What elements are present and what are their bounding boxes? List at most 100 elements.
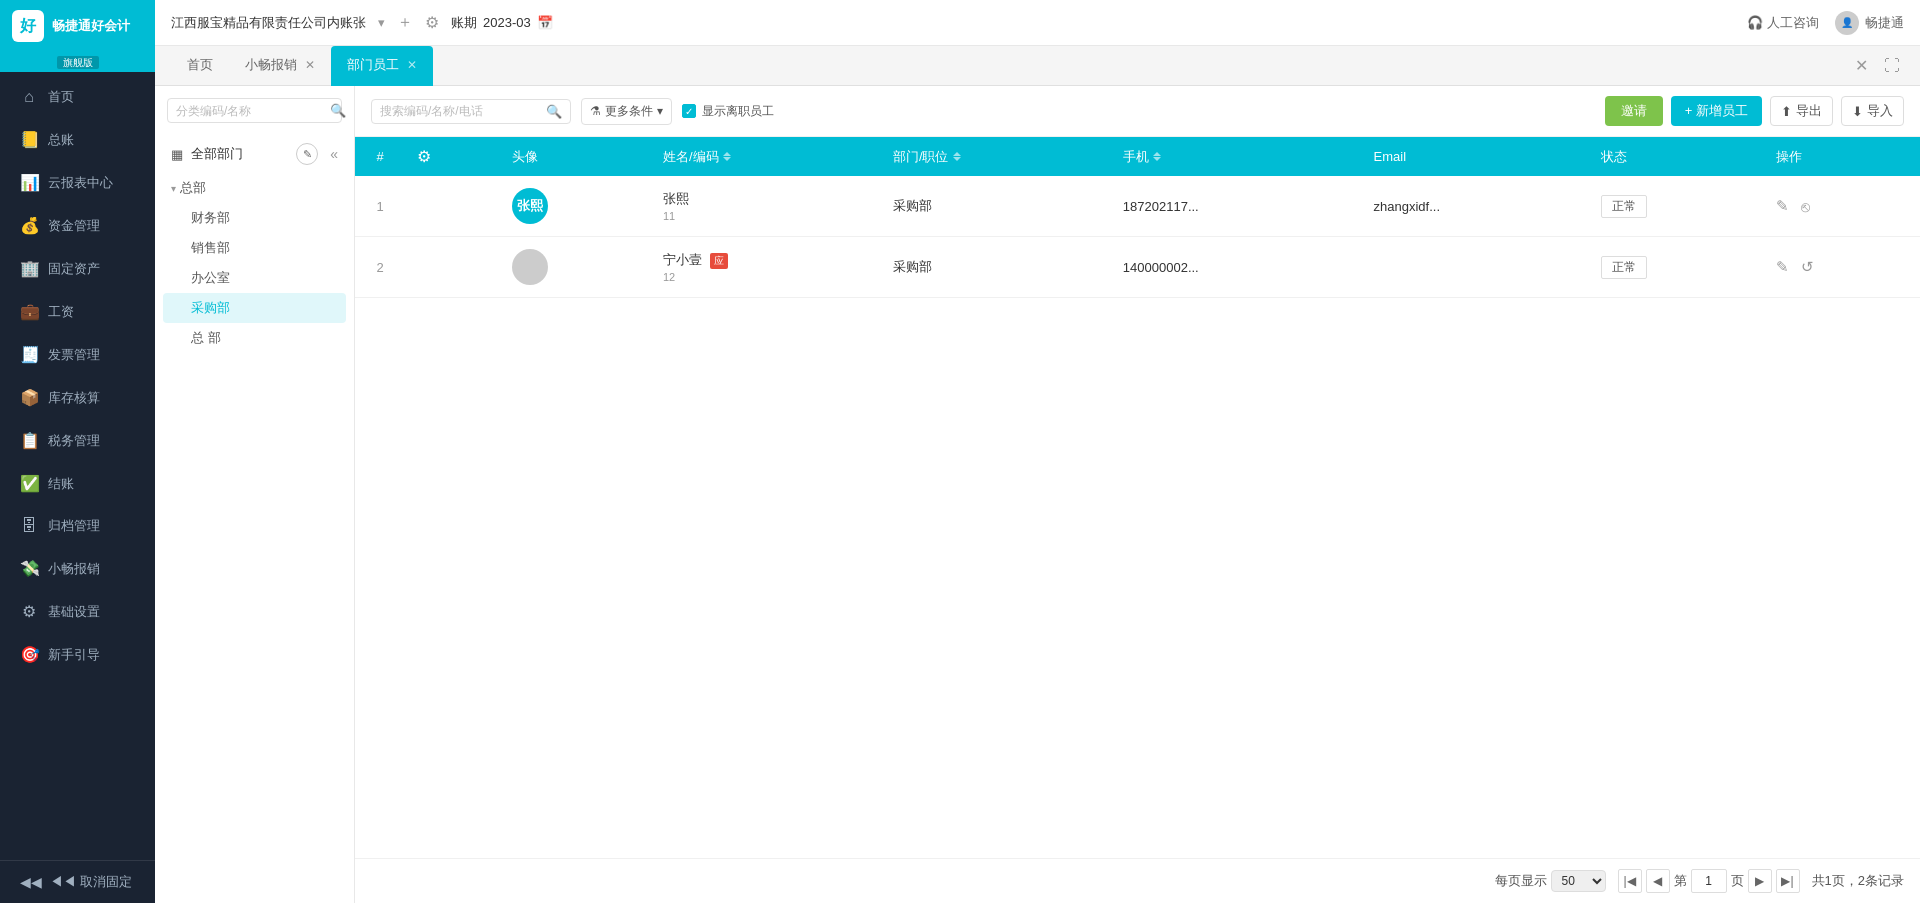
show-inactive-toggle[interactable]: ✓ 显示离职员工: [682, 103, 774, 120]
archive-icon: 🗄: [20, 517, 38, 535]
filter-button[interactable]: ⚗ 更多条件 ▾: [581, 98, 672, 125]
employee-search-box[interactable]: 🔍: [371, 99, 571, 124]
sidebar-item-invoices[interactable]: 🧾 发票管理: [0, 333, 155, 376]
tab-expense-close-icon[interactable]: ✕: [305, 58, 315, 72]
dept-all-label: 全部部门: [191, 145, 243, 163]
page-size-input[interactable]: 20 50 100: [1551, 870, 1606, 892]
th-avatar: 头像: [500, 137, 651, 176]
tab-employees-close-icon[interactable]: ✕: [407, 58, 417, 72]
sidebar-item-ledger[interactable]: 📒 总账: [0, 118, 155, 161]
table-setting-icon[interactable]: ⚙: [417, 148, 431, 165]
dept-search-icon[interactable]: 🔍: [330, 103, 346, 118]
unpin-label: ◀◀ 取消固定: [50, 873, 132, 891]
avatar: [512, 249, 548, 285]
beta-badge: 旗舰版: [0, 52, 155, 72]
next-page-button[interactable]: ▶: [1748, 869, 1772, 893]
import-button[interactable]: ⬇ 导入: [1841, 96, 1904, 126]
first-page-button[interactable]: |◀: [1618, 869, 1642, 893]
filter-icon: ⚗: [590, 104, 601, 118]
dept-search-input[interactable]: [176, 104, 326, 118]
sidebar-item-home[interactable]: ⌂ 首页: [0, 76, 155, 118]
table-row: 2 宁小壹 应 12 采购部 140000002... 正常 ✎ ↺: [355, 237, 1920, 298]
export-icon: ⬆: [1781, 104, 1792, 119]
dept-all-item[interactable]: ▦ 全部部门 ✎ «: [155, 135, 354, 173]
edit-icon[interactable]: ✎: [1776, 197, 1789, 215]
th-name-code[interactable]: 姓名/编码: [651, 137, 881, 176]
th-actions: 操作: [1764, 137, 1920, 176]
show-inactive-checkbox[interactable]: ✓: [682, 104, 696, 118]
dept-search-box[interactable]: 🔍: [167, 98, 342, 123]
sidebar-item-reports[interactable]: 📊 云报表中心: [0, 161, 155, 204]
dept-parent-general[interactable]: ▾ 总部: [163, 173, 346, 203]
cell-setting: [405, 237, 500, 298]
dept-edit-button[interactable]: ✎: [296, 143, 318, 165]
assets-icon: 🏢: [20, 259, 38, 278]
dept-collapse-icon[interactable]: «: [330, 146, 338, 162]
edit-icon[interactable]: ✎: [1776, 258, 1789, 276]
home-icon: ⌂: [20, 88, 38, 106]
dept-child-hq[interactable]: 总 部: [163, 323, 346, 353]
last-page-button[interactable]: ▶|: [1776, 869, 1800, 893]
action-icons: ✎ ⎋: [1776, 197, 1908, 215]
employee-search-input[interactable]: [380, 104, 542, 118]
company-name: 江西服宝精品有限责任公司内账张: [171, 14, 366, 32]
cell-actions: ✎ ⎋: [1764, 176, 1920, 237]
search-icon[interactable]: 🔍: [546, 104, 562, 119]
th-dept-role[interactable]: 部门/职位: [881, 137, 1111, 176]
content-area: 🔍 ▦ 全部部门 ✎ « ▾ 总部 财务部 销售部: [155, 86, 1920, 903]
dept-child-office[interactable]: 办公室: [163, 263, 346, 293]
dept-sort-icon: [953, 152, 961, 161]
tab-home[interactable]: 首页: [171, 46, 229, 86]
th-setting[interactable]: ⚙: [405, 137, 500, 176]
cell-avatar: 张熙: [500, 176, 651, 237]
export-button[interactable]: ⬆ 导出: [1770, 96, 1833, 126]
add-company-icon[interactable]: ＋: [397, 12, 413, 33]
th-status: 状态: [1589, 137, 1765, 176]
expense-icon: 💸: [20, 559, 38, 578]
prev-page-button[interactable]: ◀: [1646, 869, 1670, 893]
maximize-tab-button[interactable]: ⛶: [1880, 53, 1904, 79]
sidebar-item-payroll[interactable]: 💼 工资: [0, 290, 155, 333]
company-setting-icon[interactable]: ⚙: [425, 13, 439, 32]
dept-grid-icon: ▦: [171, 147, 183, 162]
delete-icon[interactable]: ↺: [1801, 258, 1814, 276]
funds-icon: 💰: [20, 216, 38, 235]
dept-child-purchase[interactable]: 采购部: [163, 293, 346, 323]
add-employee-button[interactable]: + 新增员工: [1671, 96, 1762, 126]
logout-icon[interactable]: ⎋: [1801, 198, 1810, 215]
page-number-input[interactable]: [1691, 869, 1727, 893]
company-dropdown-icon[interactable]: ▾: [378, 15, 385, 30]
app-logo: 好 畅捷通好会计: [0, 0, 155, 52]
sidebar-item-archive[interactable]: 🗄 归档管理: [0, 505, 155, 547]
sidebar-item-expense[interactable]: 💸 小畅报销: [0, 547, 155, 590]
sidebar-item-tax[interactable]: 📋 税务管理: [0, 419, 155, 462]
user-menu[interactable]: 👤 畅捷通: [1835, 11, 1904, 35]
pagination: |◀ ◀ 第 页 ▶ ▶|: [1618, 869, 1800, 893]
employee-panel: 🔍 ⚗ 更多条件 ▾ ✓ 显示离职员工 邀请 + 新增员工 ⬆ 导出: [355, 86, 1920, 903]
calendar-icon[interactable]: 📅: [537, 15, 553, 30]
sidebar-item-funds[interactable]: 💰 资金管理: [0, 204, 155, 247]
cell-avatar: [500, 237, 651, 298]
dept-child-sales[interactable]: 销售部: [163, 233, 346, 263]
service-button[interactable]: 🎧 人工咨询: [1747, 14, 1819, 32]
tab-employees[interactable]: 部门员工 ✕: [331, 46, 433, 86]
filter-chevron-icon: ▾: [657, 104, 663, 118]
dept-expand-icon: ▾: [171, 183, 176, 194]
dept-child-finance[interactable]: 财务部: [163, 203, 346, 233]
sidebar-item-checkout[interactable]: ✅ 结账: [0, 462, 155, 505]
cell-name-code: 宁小壹 应 12: [651, 237, 881, 298]
th-mobile[interactable]: 手机: [1111, 137, 1362, 176]
sidebar-item-settings[interactable]: ⚙ 基础设置: [0, 590, 155, 633]
sidebar-item-guide[interactable]: 🎯 新手引导: [0, 633, 155, 676]
top-header: 江西服宝精品有限责任公司内账张 ▾ ＋ ⚙ 账期 2023-03 📅 🎧 人工咨…: [155, 0, 1920, 46]
sidebar-item-inventory[interactable]: 📦 库存核算: [0, 376, 155, 419]
sidebar-item-assets[interactable]: 🏢 固定资产: [0, 247, 155, 290]
sidebar-pin-toggle[interactable]: ◀◀ ◀◀ 取消固定: [0, 860, 155, 903]
logo-icon: 好: [12, 10, 44, 42]
logo-text: 畅捷通好会计: [52, 17, 130, 35]
close-tab-button[interactable]: ✕: [1851, 52, 1872, 79]
cell-status: 正常: [1589, 237, 1765, 298]
tab-expense[interactable]: 小畅报销 ✕: [229, 46, 331, 86]
page-size-selector: 每页显示 20 50 100: [1495, 870, 1606, 892]
invite-button[interactable]: 邀请: [1605, 96, 1663, 126]
